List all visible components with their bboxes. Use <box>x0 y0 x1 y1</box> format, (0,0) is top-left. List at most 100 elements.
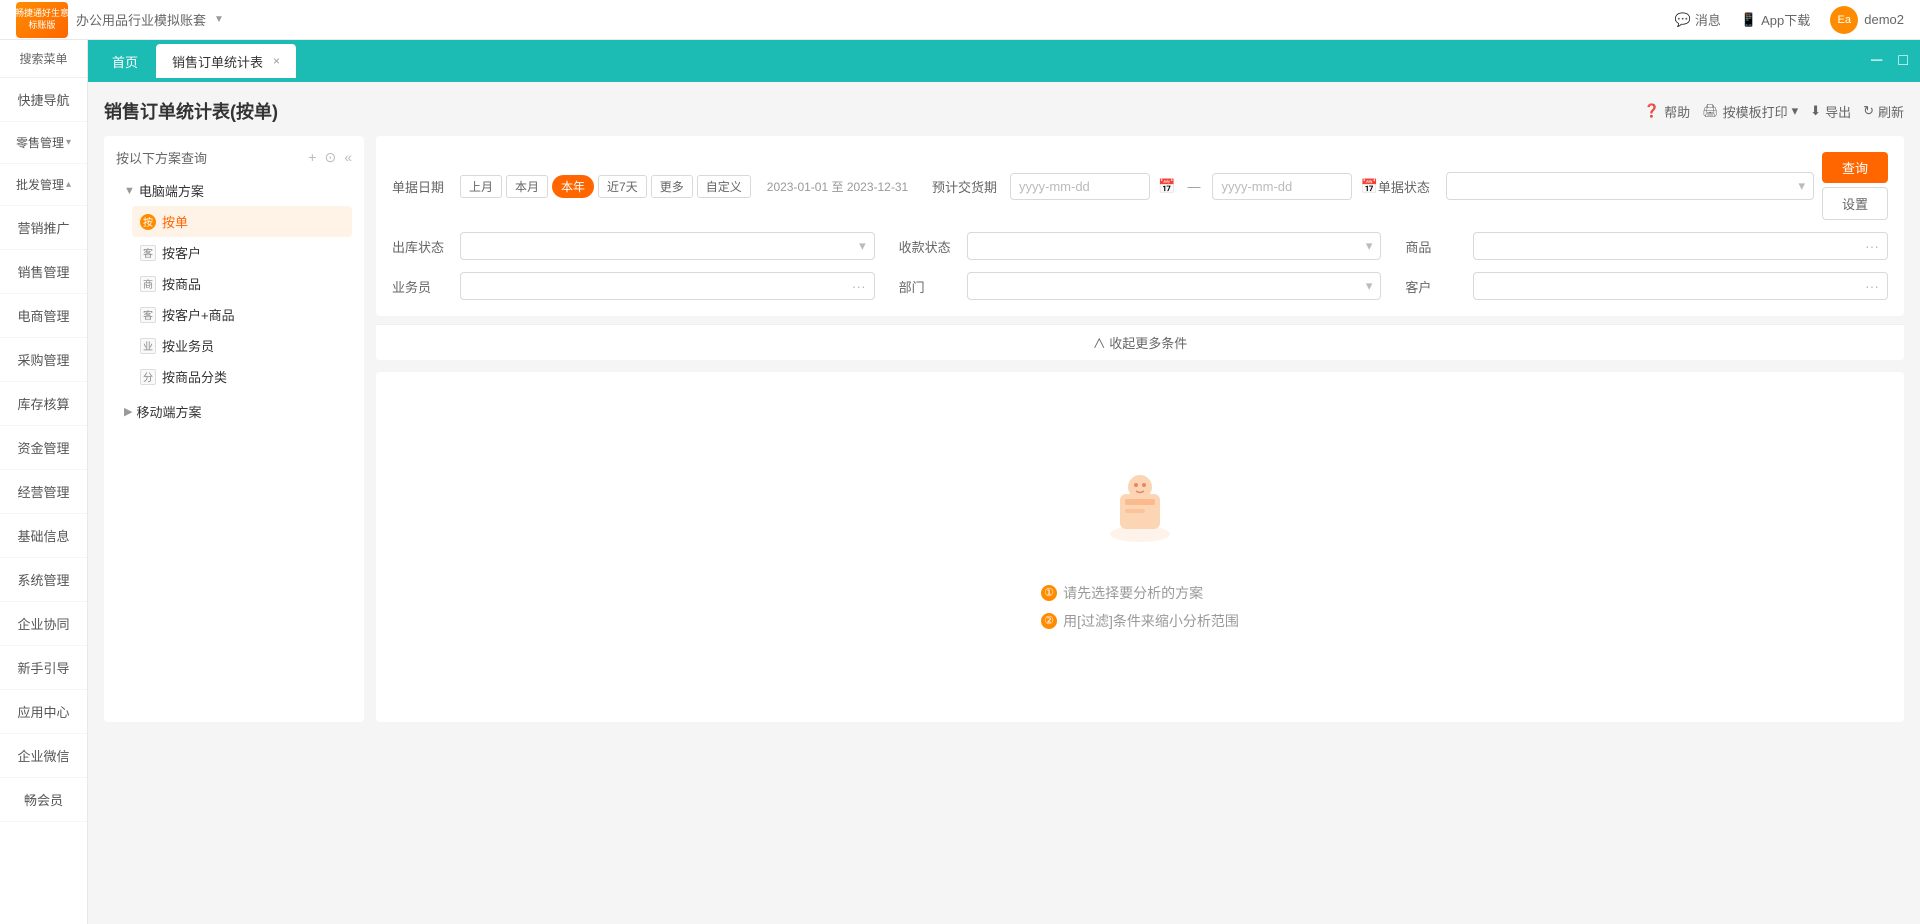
expand-arrow[interactable]: ▼ <box>124 185 135 197</box>
department-label: 部门 <box>899 277 959 296</box>
sidebar-item-ecommerce[interactable]: 电商管理 <box>0 294 87 338</box>
logo-text: 畅捷通好生意 标账版 <box>15 8 69 31</box>
query-button[interactable]: 查询 <box>1822 152 1888 183</box>
sidebar-item-newcomer[interactable]: 新手引导 <box>0 646 87 690</box>
basic-label: 基础信息 <box>17 529 69 544</box>
sidebar-item-enterprise[interactable]: 企业协同 <box>0 602 87 646</box>
forecast-date-from[interactable] <box>1010 173 1150 200</box>
scheme-by-goods-cat[interactable]: 分 按商品分类 <box>132 361 352 392</box>
export-button[interactable]: ⬇ 导出 <box>1810 102 1851 121</box>
app-dropdown-arrow[interactable]: ▼ <box>214 14 224 25</box>
out-status-arrow: ▾ <box>859 238 866 254</box>
purchase-label: 采购管理 <box>17 353 69 368</box>
tip-num-1: ① <box>1041 585 1057 601</box>
sidebar-item-finance[interactable]: 资金管理 <box>0 426 87 470</box>
date-filter-label: 单据日期 <box>392 177 452 196</box>
this-year-btn[interactable]: 本年 <box>552 175 594 198</box>
app-download-button[interactable]: 📱 App下载 <box>1741 10 1810 29</box>
add-scheme-icon[interactable]: + <box>308 149 316 166</box>
goods-label: 商品 <box>1405 237 1465 256</box>
sidebar-item-operations[interactable]: 经营管理 <box>0 470 87 514</box>
by-customer-label: 按客户 <box>162 243 201 262</box>
customer-select[interactable]: ··· <box>1473 272 1888 300</box>
sidebar-item-purchase[interactable]: 采购管理 <box>0 338 87 382</box>
goods-group: 商品 ··· <box>1405 232 1888 260</box>
doc-status-select[interactable]: ▾ <box>1446 172 1814 200</box>
sidebar-item-system[interactable]: 系统管理 <box>0 558 87 602</box>
department-select[interactable]: ▾ <box>967 272 1382 300</box>
scheme-by-salesperson[interactable]: 业 按业务员 <box>132 330 352 361</box>
more-btn[interactable]: 更多 <box>651 175 693 198</box>
tree-mobile-section: ▶ 移动端方案 <box>116 396 352 427</box>
left-panel-icons: + ⊙ « <box>308 149 352 166</box>
inventory-label: 库存核算 <box>17 397 69 412</box>
refresh-button[interactable]: ↻ 刷新 <box>1863 102 1904 121</box>
by-order-icon: 按 <box>140 214 156 230</box>
salesperson-select[interactable]: ··· <box>460 272 875 300</box>
goods-more-icon[interactable]: ··· <box>1865 238 1879 254</box>
scheme-by-customer[interactable]: 客 按客户 <box>132 237 352 268</box>
salesperson-more-icon[interactable]: ··· <box>852 278 866 294</box>
maximize-button[interactable]: □ <box>1894 48 1912 74</box>
by-goods-cat-label: 按商品分类 <box>162 367 227 386</box>
enterprise-label: 企业协同 <box>17 617 69 632</box>
empty-illustration <box>1090 459 1190 559</box>
tab-bar-actions: ─ □ <box>1867 48 1912 74</box>
edit-scheme-icon[interactable]: ⊙ <box>324 149 336 166</box>
customer-more-icon[interactable]: ··· <box>1865 278 1879 294</box>
goods-select[interactable]: ··· <box>1473 232 1888 260</box>
collapse-panel-icon[interactable]: « <box>344 149 352 166</box>
empty-state: ① 请先选择要分析的方案 ② 用[过滤]条件来缩小分析范围 <box>376 372 1904 722</box>
sidebar-item-inventory[interactable]: 库存核算 <box>0 382 87 426</box>
tab-close-icon[interactable]: × <box>273 54 280 68</box>
sidebar-item-wholesale[interactable]: 批发管理 ▴ <box>0 164 87 206</box>
mobile-expand-arrow[interactable]: ▶ <box>124 405 132 418</box>
sidebar-item-marketing[interactable]: 营销推广 <box>0 206 87 250</box>
message-button[interactable]: 💬 消息 <box>1675 10 1721 29</box>
collapse-bar[interactable]: ∧ 收起更多条件 <box>376 324 1904 360</box>
tab-home[interactable]: 首页 <box>96 44 154 78</box>
receipt-status-select[interactable]: ▾ <box>967 232 1382 260</box>
7days-btn[interactable]: 近7天 <box>598 175 647 198</box>
filter-row-1: 单据日期 上月 本月 本年 近7天 更多 自定义 2023-01-01 至 20… <box>392 152 1888 220</box>
scheme-by-goods[interactable]: 商 按商品 <box>132 268 352 299</box>
tab-sales-order-stats[interactable]: 销售订单统计表 × <box>156 44 296 78</box>
wholesale-arrow: ▴ <box>66 179 71 190</box>
print-arrow: ▾ <box>1792 103 1799 119</box>
prev-month-btn[interactable]: 上月 <box>460 175 502 198</box>
sidebar-item-sales[interactable]: 销售管理 <box>0 250 87 294</box>
marketing-label: 营销推广 <box>17 221 69 236</box>
two-column-layout: 按以下方案查询 + ⊙ « ▼ 电脑端方案 <box>104 136 1904 722</box>
sidebar-item-quicknav[interactable]: 快捷导航 <box>0 78 87 122</box>
by-customer-goods-icon: 客 <box>140 307 156 323</box>
receipt-status-arrow: ▾ <box>1366 238 1373 254</box>
scheme-by-order[interactable]: 按 按单 <box>132 206 352 237</box>
minimize-button[interactable]: ─ <box>1867 48 1886 74</box>
date-filter-group: 单据日期 上月 本月 本年 近7天 更多 自定义 2023-01-01 至 20… <box>392 175 932 198</box>
doc-status-group: 单据状态 ▾ <box>1378 172 1814 200</box>
page-title: 销售订单统计表(按单) <box>104 98 278 124</box>
top-bar-right: 💬 消息 📱 App下载 Ea demo2 <box>1675 6 1904 34</box>
settings-button[interactable]: 设置 <box>1822 187 1888 220</box>
user-menu[interactable]: Ea demo2 <box>1830 6 1904 34</box>
this-month-btn[interactable]: 本月 <box>506 175 548 198</box>
sidebar-item-vip[interactable]: 畅会员 <box>0 778 87 822</box>
print-button[interactable]: 🖨 按模板打印 ▾ <box>1702 102 1798 121</box>
forecast-date-to[interactable] <box>1212 173 1352 200</box>
search-menu-label[interactable]: 搜索菜单 <box>8 50 79 67</box>
out-status-select[interactable]: ▾ <box>460 232 875 260</box>
calendar-icon-1[interactable]: 📅 <box>1158 178 1175 195</box>
custom-btn[interactable]: 自定义 <box>697 175 751 198</box>
sidebar-search[interactable]: 搜索菜单 <box>0 40 87 78</box>
app-title: 办公用品行业模拟账套 <box>76 10 206 29</box>
out-status-label: 出库状态 <box>392 237 452 256</box>
sidebar-item-appcenter[interactable]: 应用中心 <box>0 690 87 734</box>
help-button[interactable]: ❓ 帮助 <box>1644 102 1690 121</box>
scheme-by-customer-goods[interactable]: 客 按客户+商品 <box>132 299 352 330</box>
doc-status-arrow: ▾ <box>1798 178 1805 194</box>
sidebar-item-enterprisewx[interactable]: 企业微信 <box>0 734 87 778</box>
salesperson-group: 业务员 ··· <box>392 272 875 300</box>
calendar-icon-2[interactable]: 📅 <box>1360 178 1377 195</box>
sidebar-item-retail[interactable]: 零售管理 ▾ <box>0 122 87 164</box>
sidebar-item-basic[interactable]: 基础信息 <box>0 514 87 558</box>
